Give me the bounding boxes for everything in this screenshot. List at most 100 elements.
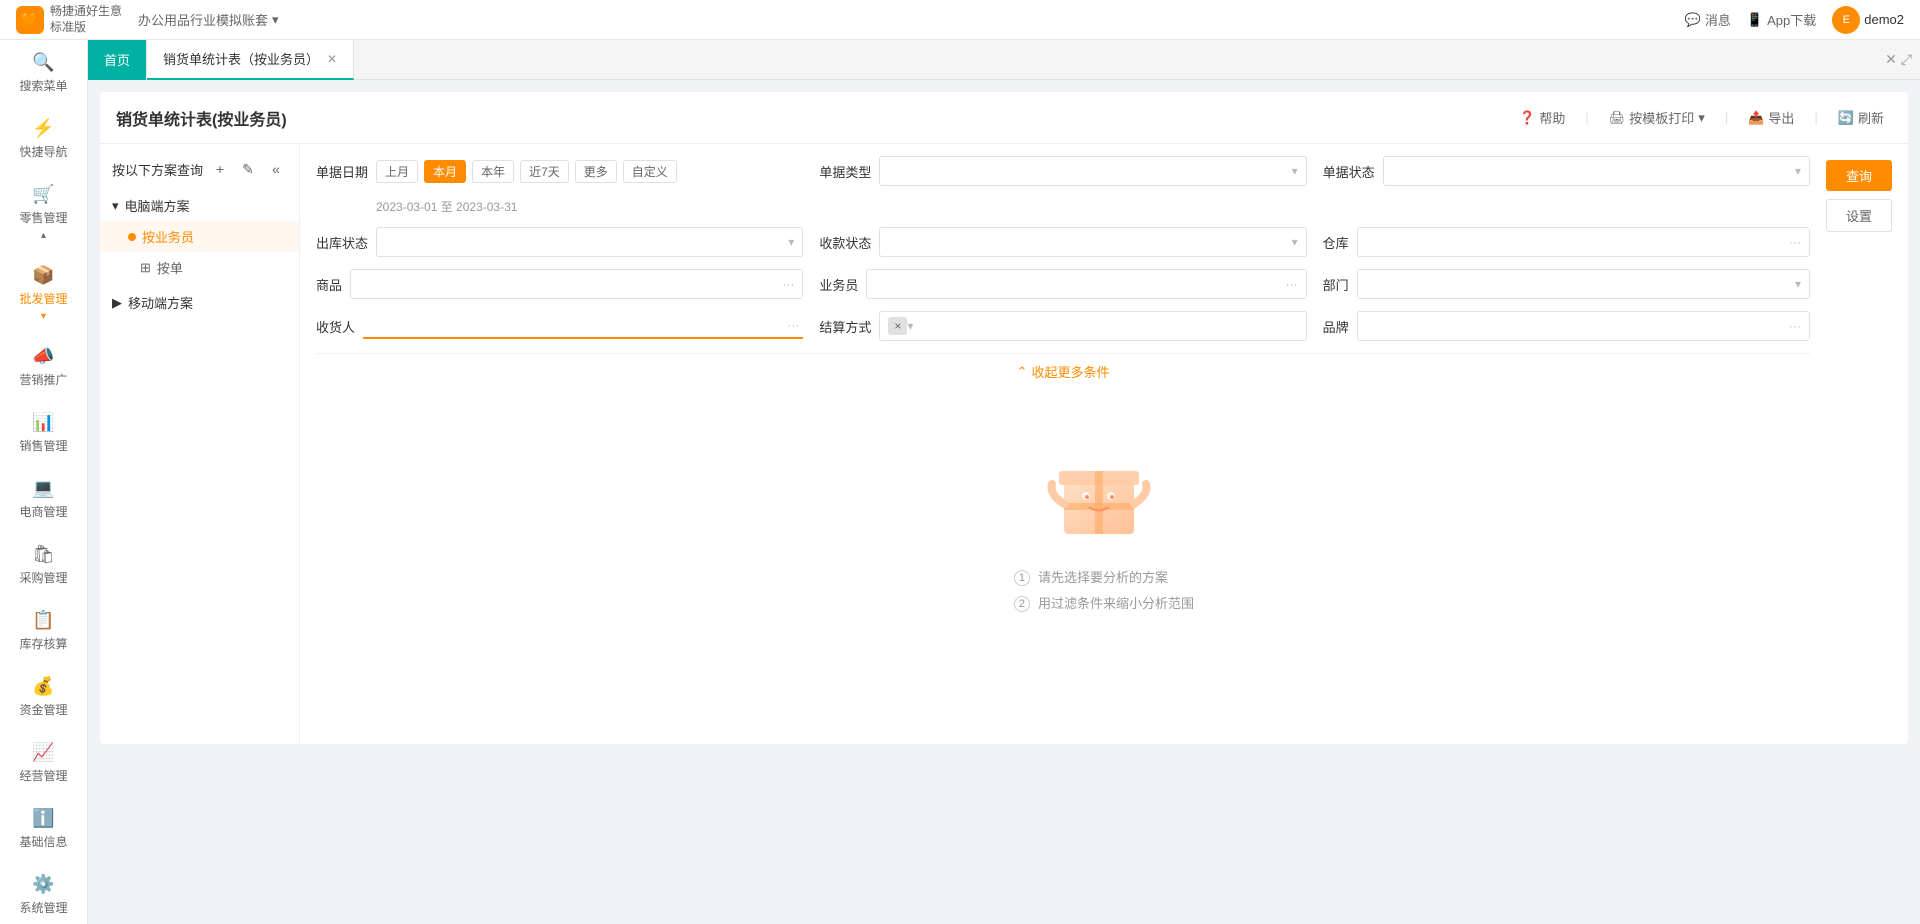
department-filter-row: 部门 ▾ [1323,269,1810,299]
warehouse-label: 仓库 [1323,233,1349,252]
maximize-icon[interactable]: ⤢ [1901,51,1912,68]
marketing-icon: 📣 [32,346,54,367]
date-btn-this-year[interactable]: 本年 [472,160,514,183]
app-download-button[interactable]: 📱 App下载 [1747,10,1816,29]
brand-select[interactable]: ··· [1357,311,1810,341]
department-label: 部门 [1323,275,1349,294]
quick-nav-icon: ⚡ [32,118,54,139]
more-icon: ··· [1789,235,1801,249]
print-arrow-icon: ▾ [1698,110,1705,126]
phone-icon: 📱 [1747,12,1763,28]
more-icon: ··· [782,277,794,291]
two-panel: 按以下方案查询 + ✎ « [100,144,1908,744]
topbar-left: 🧡 畅捷通好生意 标准版 办公用品行业模拟账套 ▾ [16,4,287,35]
sidebar-item-search[interactable]: 🔍 搜索菜单 [4,42,83,104]
sidebar-item-operations[interactable]: 📈 经营管理 [4,732,83,794]
date-btn-this-month[interactable]: 本月 [424,160,466,183]
bill-type-select[interactable]: ▾ [879,156,1306,186]
finance-icon: 💰 [32,676,54,697]
logo-box: 🧡 畅捷通好生意 标准版 [16,4,122,35]
scheme-group-pc: ▾ 电脑端方案 按业务员 ⊞ 按单 [100,190,299,283]
page-content: 销货单统计表(按业务员) ❓ 帮助 | 🖨 按模板打印 ▾ | [88,80,1920,924]
sidebar-item-marketing[interactable]: 📣 营销推广 [4,336,83,398]
date-btn-7days[interactable]: 近7天 [520,160,569,183]
page-actions: ❓ 帮助 | 🖨 按模板打印 ▾ | 📤 导出 [1511,104,1892,131]
receiver-input[interactable] [367,318,787,333]
tab-sales-report[interactable]: 销货单统计表（按业务员） ✕ [147,40,354,80]
retail-icon: 🛒 [32,184,54,205]
user-profile[interactable]: E demo2 [1832,6,1904,34]
workspace-selector[interactable]: 办公用品行业模拟账套 ▾ [130,6,287,33]
close-all-icon[interactable]: ✕ [1885,51,1897,68]
add-scheme-button[interactable]: + [209,158,231,180]
empty-state: 1 请先选择要分析的方案 2 用过滤条件来缩小分析范围 [316,389,1892,677]
sidebar-item-quick-nav[interactable]: ⚡ 快捷导航 [4,108,83,170]
search-icon: 🔍 [32,52,54,73]
tab-bar-actions: ✕ ⤢ [1885,51,1920,68]
scheme-group-mobile: ▶ 移动端方案 [100,287,299,318]
settlement-label: 结算方式 [819,317,871,336]
sidebar-item-ecommerce[interactable]: 💻 电商管理 [4,468,83,530]
collapse-filters-button[interactable]: ⌃ 收起更多条件 [316,353,1810,389]
receipt-status-select[interactable]: ▾ [879,227,1306,257]
triangle-down-icon: ▾ [112,198,119,214]
sidebar-item-finance[interactable]: 💰 资金管理 [4,666,83,728]
edit-scheme-button[interactable]: ✎ [237,158,259,180]
chevron-down-icon: ▾ [272,12,279,28]
out-status-filter-row: 出库状态 ▾ [316,227,803,257]
basic-info-icon: ℹ️ [32,808,54,829]
print-icon: 🖨 [1609,110,1626,126]
out-status-select[interactable]: ▾ [376,227,803,257]
date-label: 单据日期 [316,162,368,181]
settlement-select[interactable]: × ▾ [879,311,1306,341]
bill-type-filter-row: 单据类型 ▾ [819,156,1306,186]
sidebar-item-purchase[interactable]: 🛍 采购管理 [4,534,83,596]
bill-status-select[interactable]: ▾ [1383,156,1810,186]
help-button[interactable]: ❓ 帮助 [1511,104,1573,131]
brand-filter-row: 品牌 ··· [1323,311,1810,341]
receiver-label: 收货人 [316,317,355,336]
receiver-more-icon: ··· [787,318,799,332]
sidebar-item-wholesale[interactable]: 📦 批发管理 ▾ [4,255,83,332]
warehouse-select[interactable]: ··· [1357,227,1810,257]
main-layout: 🔍 搜索菜单 ⚡ 快捷导航 🛒 零售管理 ▴ 📦 批发管理 ▾ 📣 营销推广 📊… [0,40,1920,924]
print-button[interactable]: 🖨 按模板打印 ▾ [1601,104,1713,131]
active-dot [128,233,136,241]
department-select[interactable]: ▾ [1357,269,1810,299]
scheme-group-mobile-header[interactable]: ▶ 移动端方案 [100,287,299,318]
export-icon: 📤 [1748,110,1764,126]
settings-button[interactable]: 设置 [1826,199,1892,232]
tab-home[interactable]: 首页 [88,40,147,80]
date-btn-custom[interactable]: 自定义 [623,160,677,183]
scheme-item-salesperson[interactable]: 按业务员 [100,221,299,252]
query-button[interactable]: 查询 [1826,160,1892,191]
collapse-left-icon: « [272,161,280,177]
sidebar-item-basic-info[interactable]: ℹ️ 基础信息 [4,798,83,860]
salesperson-select[interactable]: ··· [866,269,1306,299]
export-button[interactable]: 📤 导出 [1740,104,1802,131]
chevron-down-icon: ▾ [1795,277,1801,291]
chevron-down-icon: ▾ [1795,164,1801,178]
settlement-tag-close[interactable]: × [894,319,901,333]
date-btn-more[interactable]: 更多 [575,160,617,183]
refresh-button[interactable]: 🔄 刷新 [1830,104,1892,131]
left-panel: 按以下方案查询 + ✎ « [100,144,300,744]
grid-icon: ⊞ [140,260,151,276]
tab-close-icon[interactable]: ✕ [327,52,337,66]
triangle-down-icon: ▾ [41,311,46,322]
bill-type-label: 单据类型 [819,162,871,181]
salesperson-filter-row: 业务员 ··· [819,269,1306,299]
collapse-panel-button[interactable]: « [265,158,287,180]
receipt-status-filter-row: 收款状态 ▾ [819,227,1306,257]
sidebar-item-sales[interactable]: 📊 销售管理 [4,402,83,464]
message-button[interactable]: 💬 消息 [1685,10,1731,29]
sidebar-item-inventory[interactable]: 📋 库存核算 [4,600,83,662]
inventory-icon: 📋 [32,610,54,631]
sidebar-item-retail[interactable]: 🛒 零售管理 ▴ [4,174,83,251]
sidebar-item-system[interactable]: ⚙️ 系统管理 [4,864,83,924]
more-icon: ··· [1789,319,1801,333]
goods-select[interactable]: ··· [350,269,803,299]
scheme-group-pc-header[interactable]: ▾ 电脑端方案 [100,190,299,221]
date-btn-last-month[interactable]: 上月 [376,160,418,183]
scheme-sub-item-order[interactable]: ⊞ 按单 [100,252,299,283]
